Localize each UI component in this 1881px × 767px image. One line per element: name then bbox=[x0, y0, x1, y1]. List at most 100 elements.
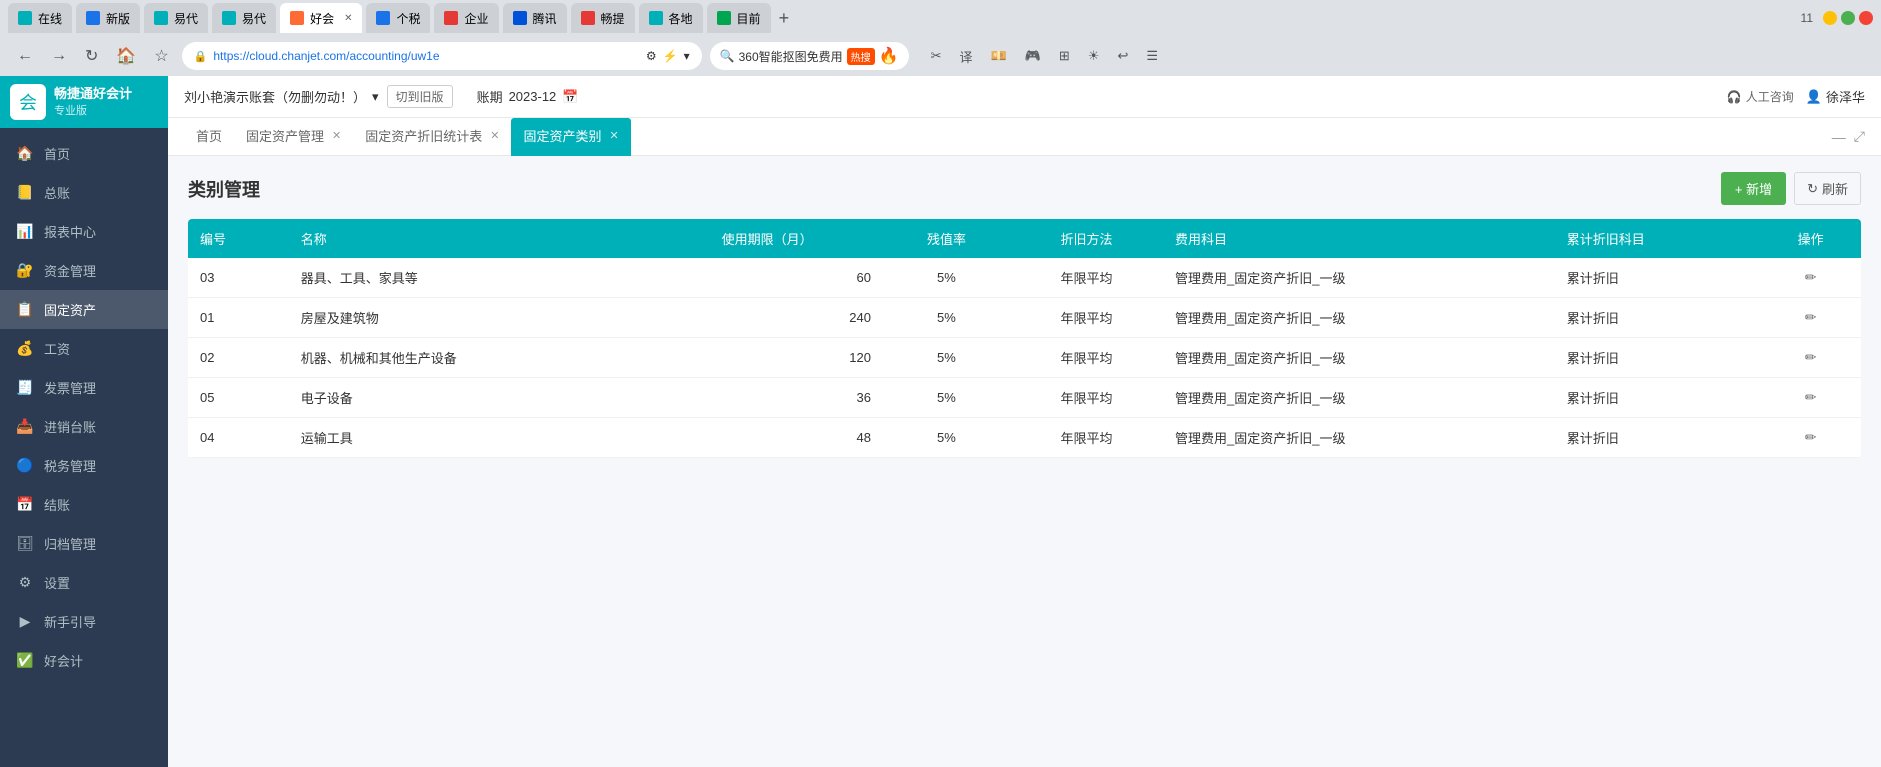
sidebar-item-reports[interactable]: 📊 报表中心 bbox=[0, 212, 168, 251]
browser-tab-2[interactable]: 易代 bbox=[144, 3, 208, 33]
cell-expense-2: 管理费用_固定资产折旧_一级 bbox=[1163, 338, 1555, 378]
calendar-icon[interactable]: 📅 bbox=[562, 89, 578, 105]
cell-name-4: 运输工具 bbox=[289, 418, 652, 458]
browser-tab-5[interactable]: 个税 bbox=[366, 3, 430, 33]
browser-tab-0[interactable]: 在线 bbox=[8, 3, 72, 33]
cell-method-1: 年限平均 bbox=[1010, 298, 1163, 338]
bookmark-button[interactable]: ☆ bbox=[149, 44, 173, 68]
search-box[interactable]: 🔍 360智能抠图免费用 热搜 🔥 bbox=[710, 42, 909, 70]
fixed-assets-icon: 📋 bbox=[16, 301, 34, 319]
sidebar-item-closing[interactable]: 📅 结账 bbox=[0, 485, 168, 524]
user-button[interactable]: 👤 徐泽华 bbox=[1806, 87, 1865, 106]
tab-maximize-button[interactable]: ⤢ bbox=[1854, 128, 1865, 145]
table-row: 04 运输工具 48 5% 年限平均 管理费用_固定资产折旧_一级 累计折旧 ✏ bbox=[188, 418, 1861, 458]
minimize-button[interactable] bbox=[1823, 11, 1837, 25]
tab-favicon-4 bbox=[290, 11, 304, 25]
browser-tab-6[interactable]: 企业 bbox=[434, 3, 498, 33]
close-window-button[interactable] bbox=[1859, 11, 1873, 25]
scissors-button[interactable]: ✂ bbox=[925, 46, 948, 66]
cell-id-4: 04 bbox=[188, 418, 289, 458]
browser-toolbar: ✂ 译 💴 🎮 ⊞ ☀ ↩ ☰ bbox=[925, 45, 1164, 68]
sidebar-item-inventory[interactable]: 📥 进销台账 bbox=[0, 407, 168, 446]
dropdown-icon[interactable]: ▾ bbox=[372, 89, 379, 105]
edit-button-0[interactable]: ✏ bbox=[1805, 269, 1817, 285]
wallet-button[interactable]: 💴 bbox=[985, 46, 1013, 66]
tab-close-4[interactable]: ✕ bbox=[344, 13, 352, 24]
sidebar-item-settings[interactable]: ⚙ 设置 bbox=[0, 563, 168, 602]
tab-fixed-assets-category[interactable]: 固定资产类别 ✕ bbox=[511, 118, 630, 156]
cell-months-2: 120 bbox=[651, 338, 883, 378]
reload-button[interactable]: ↻ bbox=[80, 44, 103, 68]
switch-version-button[interactable]: 切到旧版 bbox=[387, 85, 453, 108]
cell-name-0: 器具、工具、家具等 bbox=[289, 258, 652, 298]
hot-badge: 热搜 bbox=[847, 48, 875, 65]
table-header-row: 编号 名称 使用期限（月） 残值率 折旧方法 费用科目 累计折旧科目 操作 bbox=[188, 219, 1861, 258]
maximize-button[interactable] bbox=[1841, 11, 1855, 25]
home-button[interactable]: 🏠 bbox=[111, 44, 141, 68]
game-button[interactable]: 🎮 bbox=[1019, 46, 1047, 66]
add-category-button[interactable]: + 新增 bbox=[1721, 172, 1786, 205]
tab-label-9: 各地 bbox=[669, 10, 693, 27]
inventory-icon: 📥 bbox=[16, 418, 34, 436]
browser-tab-1[interactable]: 新版 bbox=[76, 3, 140, 33]
grid-button[interactable]: ⊞ bbox=[1053, 46, 1076, 66]
tab-depreciation-report-close[interactable]: ✕ bbox=[490, 129, 499, 142]
sidebar-item-tax[interactable]: 🔵 税务管理 bbox=[0, 446, 168, 485]
sidebar-item-app[interactable]: ✅ 好会计 bbox=[0, 641, 168, 680]
sidebar-label-settings: 设置 bbox=[44, 573, 70, 592]
browser-tab-4[interactable]: 好会 ✕ bbox=[280, 3, 362, 33]
col-header-id: 编号 bbox=[188, 219, 289, 258]
sidebar-item-archive[interactable]: 🗄 归档管理 bbox=[0, 524, 168, 563]
cell-accum-1: 累计折旧 bbox=[1555, 298, 1760, 338]
cell-action-4: ✏ bbox=[1760, 418, 1861, 458]
main-content: 刘小艳演示账套（勿删勿动！） ▾ 切到旧版 账期 2023-12 📅 🎧 人工咨… bbox=[168, 76, 1881, 767]
sidebar-item-funds[interactable]: 🔐 资金管理 bbox=[0, 251, 168, 290]
new-tab-button[interactable]: + bbox=[775, 8, 794, 29]
sidebar-label-invoice: 发票管理 bbox=[44, 378, 96, 397]
browser-tab-10[interactable]: 目前 bbox=[707, 3, 771, 33]
edit-button-3[interactable]: ✏ bbox=[1805, 389, 1817, 405]
browser-tab-9[interactable]: 各地 bbox=[639, 3, 703, 33]
cell-months-0: 60 bbox=[651, 258, 883, 298]
sidebar-item-guide[interactable]: ▶ 新手引导 bbox=[0, 602, 168, 641]
forward-button[interactable]: → bbox=[46, 45, 72, 67]
tab-label-2: 易代 bbox=[174, 10, 198, 27]
tab-fixed-assets-mgmt[interactable]: 固定资产管理 ✕ bbox=[234, 118, 353, 156]
sidebar-label-archive: 归档管理 bbox=[44, 534, 96, 553]
sidebar-item-home[interactable]: 🏠 首页 bbox=[0, 134, 168, 173]
refresh-button[interactable]: ↻ 刷新 bbox=[1794, 172, 1861, 205]
cell-accum-4: 累计折旧 bbox=[1555, 418, 1760, 458]
browser-tab-8[interactable]: 畅提 bbox=[571, 3, 635, 33]
user-info: 刘小艳演示账套（勿删勿动！） ▾ bbox=[184, 87, 379, 106]
tab-home[interactable]: 首页 bbox=[184, 118, 234, 156]
menu-button[interactable]: ☰ bbox=[1140, 46, 1164, 66]
sidebar-item-fixed-assets[interactable]: 📋 固定资产 bbox=[0, 290, 168, 329]
sidebar-item-payroll[interactable]: 💰 工资 bbox=[0, 329, 168, 368]
address-input[interactable]: 🔒 https://cloud.chanjet.com/accounting/u… bbox=[182, 42, 702, 70]
edit-button-4[interactable]: ✏ bbox=[1805, 429, 1817, 445]
page-title-row: 类别管理 + 新增 ↻ 刷新 bbox=[188, 172, 1861, 205]
edit-button-1[interactable]: ✏ bbox=[1805, 309, 1817, 325]
sidebar-item-invoice[interactable]: 🧾 发票管理 bbox=[0, 368, 168, 407]
tab-minimize-button[interactable]: — bbox=[1832, 129, 1846, 145]
cell-expense-3: 管理费用_固定资产折旧_一级 bbox=[1163, 378, 1555, 418]
sidebar-label-inventory: 进销台账 bbox=[44, 417, 96, 436]
brightness-button[interactable]: ☀ bbox=[1082, 46, 1106, 66]
sidebar-label-fixed-assets: 固定资产 bbox=[44, 300, 96, 319]
translate-button[interactable]: 译 bbox=[953, 45, 978, 68]
browser-tab-3[interactable]: 易代 bbox=[212, 3, 276, 33]
tab-favicon-2 bbox=[154, 11, 168, 25]
tab-fixed-assets-category-close[interactable]: ✕ bbox=[610, 129, 619, 142]
invoice-icon: 🧾 bbox=[16, 379, 34, 397]
top-actions: 🎧 人工咨询 👤 徐泽华 bbox=[1727, 87, 1865, 106]
sidebar-item-ledger[interactable]: 📒 总账 bbox=[0, 173, 168, 212]
service-button[interactable]: 🎧 人工咨询 bbox=[1727, 88, 1794, 105]
tab-fixed-assets-mgmt-close[interactable]: ✕ bbox=[332, 129, 341, 142]
tab-label-4: 好会 bbox=[310, 10, 334, 27]
edit-button-2[interactable]: ✏ bbox=[1805, 349, 1817, 365]
payroll-icon: 💰 bbox=[16, 340, 34, 358]
browser-tab-7[interactable]: 腾讯 bbox=[503, 3, 567, 33]
tab-depreciation-report[interactable]: 固定资产折旧统计表 ✕ bbox=[353, 118, 511, 156]
undo-button[interactable]: ↩ bbox=[1111, 46, 1134, 66]
back-button[interactable]: ← bbox=[12, 45, 38, 67]
